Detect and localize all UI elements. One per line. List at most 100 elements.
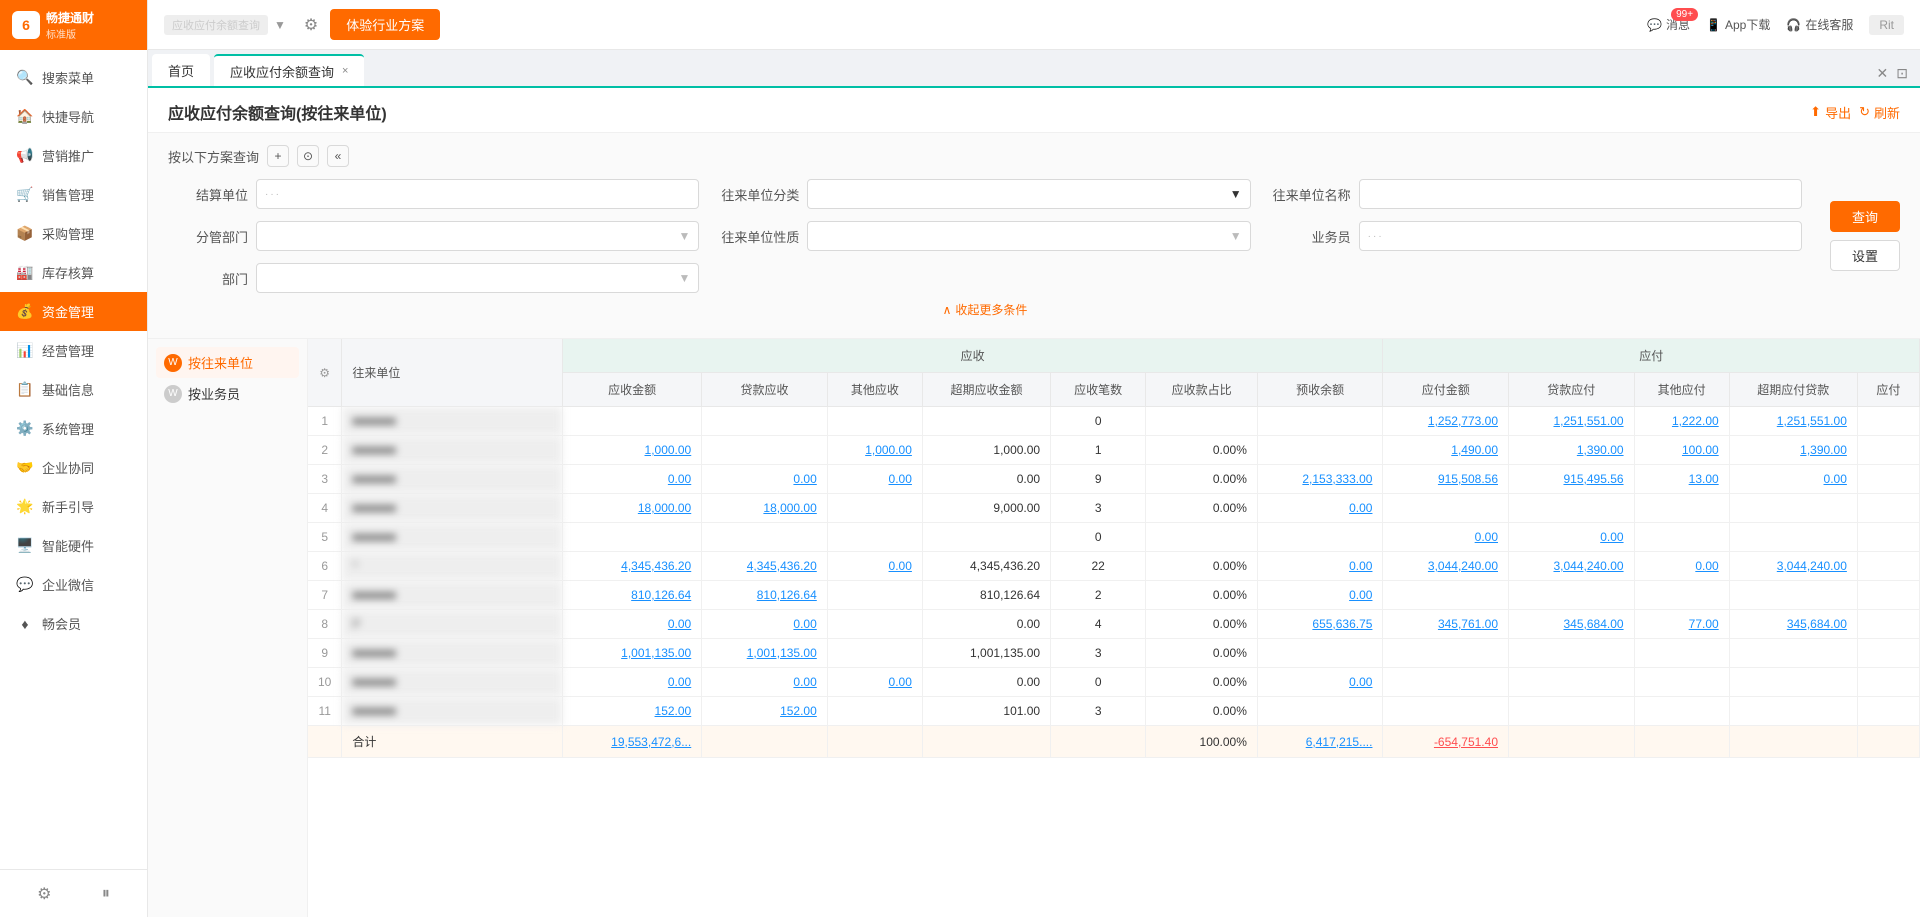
th-ap-extra: 应付 <box>1857 373 1919 407</box>
expand-tab-icon[interactable]: ⊡ <box>1896 65 1908 82</box>
tabbar: 首页 应收应付余额查询 × ✕ ⊡ <box>148 50 1920 88</box>
table-row: 3■■■■■■0.000.000.000.0090.00%2,153,333.0… <box>308 465 1920 494</box>
tab-balance[interactable]: 应收应付余额查询 × <box>214 54 364 86</box>
filter-collapse-icon[interactable]: « <box>327 145 349 167</box>
app-label: App下载 <box>1725 16 1770 33</box>
table-row: 7■■■■■■810,126.64810,126.64810,126.6420.… <box>308 581 1920 610</box>
tab-home-label: 首页 <box>168 61 194 80</box>
scheme-sidebar: W 按往来单位 W 按业务员 <box>148 339 308 917</box>
member-icon: ♦ <box>16 615 34 633</box>
sidebar-item-label: 销售管理 <box>42 185 94 204</box>
sidebar-item-marketing[interactable]: 📢 营销推广 <box>0 136 147 175</box>
settlement-unit-input[interactable]: ··· <box>256 179 699 209</box>
table-row: 1■■■■■■01,252,773.001,251,551.001,222.00… <box>308 407 1920 436</box>
scheme-salesperson-label: 按业务员 <box>188 384 240 403</box>
table-row: 11■■■■■■152.00152.00101.0030.00% <box>308 697 1920 726</box>
add-filter-button[interactable]: + <box>267 145 289 167</box>
sidebar-item-home[interactable]: 🏠 快捷导航 <box>0 97 147 136</box>
table-row: 2■■■■■■1,000.001,000.001,000.0010.00%1,4… <box>308 436 1920 465</box>
filter-settings-icon[interactable]: ⊙ <box>297 145 319 167</box>
service-button[interactable]: 🎧 在线客服 <box>1786 16 1853 33</box>
sidebar-item-operation[interactable]: 📊 经营管理 <box>0 331 147 370</box>
breadcrumb-chevron-icon: ▼ <box>274 18 286 32</box>
close-tab-icon[interactable]: ✕ <box>1877 65 1889 82</box>
tab-home[interactable]: 首页 <box>152 54 210 86</box>
tab-balance-label: 应收应付余额查询 <box>230 62 334 81</box>
th-ap-amount: 应付金额 <box>1383 373 1509 407</box>
th-ar-ratio: 应收款占比 <box>1146 373 1258 407</box>
th-ap-other: 其他应付 <box>1634 373 1729 407</box>
hardware-icon: 🖥️ <box>16 537 34 555</box>
sidebar-item-label: 搜索菜单 <box>42 68 94 87</box>
total-ap-amount[interactable]: -654,751.40 <box>1383 726 1509 758</box>
home-icon: 🏠 <box>16 108 34 126</box>
partner-nature-input[interactable]: ▼ <box>807 221 1250 251</box>
collapse-filter-button[interactable]: ∧ 收起更多条件 <box>168 293 1802 326</box>
total-ar-ratio: 100.00% <box>1146 726 1258 758</box>
tab-close-icon[interactable]: × <box>342 65 348 77</box>
sidebar-item-search[interactable]: 🔍 搜索菜单 <box>0 58 147 97</box>
query-button[interactable]: 查询 <box>1830 201 1900 232</box>
sidebar-item-system[interactable]: ⚙️ 系统管理 <box>0 409 147 448</box>
sidebar-item-label: 经营管理 <box>42 341 94 360</box>
sidebar-item-purchase[interactable]: 📦 采购管理 <box>0 214 147 253</box>
page-container: 应收应付余额查询(按往来单位) ⬆ 导出 ↻ 刷新 按以下方案查询 <box>148 88 1920 917</box>
filter-rows: 结算单位 ··· 往来单位分类 ▼ <box>168 179 1802 293</box>
scheme-item-partner[interactable]: W 按往来单位 <box>156 347 299 378</box>
topbar-right: 💬 消息 99 📱 App下载 🎧 在线客服 Rit <box>1647 16 1904 33</box>
filter-row-settlement: 结算单位 ··· <box>168 179 699 209</box>
total-ar-prepaid[interactable]: 6,417,215.... <box>1257 726 1383 758</box>
page-title: 应收应付余额查询(按往来单位) <box>168 100 387 124</box>
table-row: 6^4,345,436.204,345,436.200.004,345,436.… <box>308 552 1920 581</box>
solution-button[interactable]: 体验行业方案 <box>330 9 440 40</box>
collapse-sidebar-icon[interactable]: ⏸ <box>102 885 110 903</box>
scheme-salesperson-icon: W <box>164 385 182 403</box>
th-ar-count: 应收笔数 <box>1051 373 1146 407</box>
message-button[interactable]: 💬 消息 99 <box>1647 16 1690 33</box>
filter-area: 按以下方案查询 + ⊙ « 结算单位 ··· <box>148 133 1920 339</box>
department-input[interactable]: ▼ <box>256 263 699 293</box>
sidebar-item-basic[interactable]: 📋 基础信息 <box>0 370 147 409</box>
sidebar-item-collab[interactable]: 🤝 企业协同 <box>0 448 147 487</box>
th-ap-overdue: 超期应付贷款 <box>1729 373 1857 407</box>
table-row: 8P0.000.000.0040.00%655,636.75345,761.00… <box>308 610 1920 639</box>
total-label: 合计 <box>342 726 563 758</box>
th-ar-other: 其他应收 <box>827 373 922 407</box>
operation-icon: 📊 <box>16 342 34 360</box>
sidebar-item-guide[interactable]: 🌟 新手引导 <box>0 487 147 526</box>
sidebar-item-hardware[interactable]: 🖥️ 智能硬件 <box>0 526 147 565</box>
message-badge: 99 <box>1671 8 1698 21</box>
sidebar-item-label: 采购管理 <box>42 224 94 243</box>
topbar-settings-icon[interactable]: ⚙ <box>304 15 318 35</box>
sidebar-item-wechat[interactable]: 💬 企业微信 <box>0 565 147 604</box>
partner-category-input[interactable]: ▼ <box>807 179 1250 209</box>
sidebar-item-sales[interactable]: 🛒 销售管理 <box>0 175 147 214</box>
th-partner: 往来单位 <box>342 339 563 407</box>
collab-icon: 🤝 <box>16 459 34 477</box>
sidebar-item-member[interactable]: ♦ 畅会员 <box>0 604 147 643</box>
tabbar-actions: ✕ ⊡ <box>1865 65 1920 86</box>
partner-name-input[interactable] <box>1359 179 1802 209</box>
sidebar-item-label: 企业微信 <box>42 575 94 594</box>
filter-label-partner-name: 往来单位名称 <box>1271 185 1351 204</box>
scheme-item-salesperson[interactable]: W 按业务员 <box>156 378 299 409</box>
filter-label-partner-nature: 往来单位性质 <box>719 227 799 246</box>
th-receivable-group: 应收 <box>562 339 1383 373</box>
salesperson-input[interactable]: ··· <box>1359 221 1802 251</box>
setting-button[interactable]: 设置 <box>1830 240 1900 271</box>
export-button[interactable]: ⬆ 导出 <box>1810 103 1851 122</box>
topbar-breadcrumb: 应收应付余额查询 <box>164 15 268 35</box>
app-download-button[interactable]: 📱 App下载 <box>1706 16 1770 33</box>
filter-row-partner-category: 往来单位分类 ▼ <box>719 179 1250 209</box>
total-ar-amount[interactable]: 19,553,472,6... <box>562 726 701 758</box>
filter-label-partner-category: 往来单位分类 <box>719 185 799 204</box>
dept-input[interactable]: ▼ <box>256 221 699 251</box>
user-menu[interactable]: Rit <box>1869 18 1904 32</box>
sidebar-item-inventory[interactable]: 🏭 库存核算 <box>0 253 147 292</box>
settings-footer-icon[interactable]: ⚙ <box>37 884 51 904</box>
table-row: 4■■■■■■18,000.0018,000.009,000.0030.00%0… <box>308 494 1920 523</box>
th-settings[interactable]: ⚙ <box>308 339 342 407</box>
filter-label-department: 部门 <box>168 269 248 288</box>
sidebar-item-finance[interactable]: 💰 资金管理 <box>0 292 147 331</box>
refresh-button[interactable]: ↻ 刷新 <box>1859 103 1900 122</box>
